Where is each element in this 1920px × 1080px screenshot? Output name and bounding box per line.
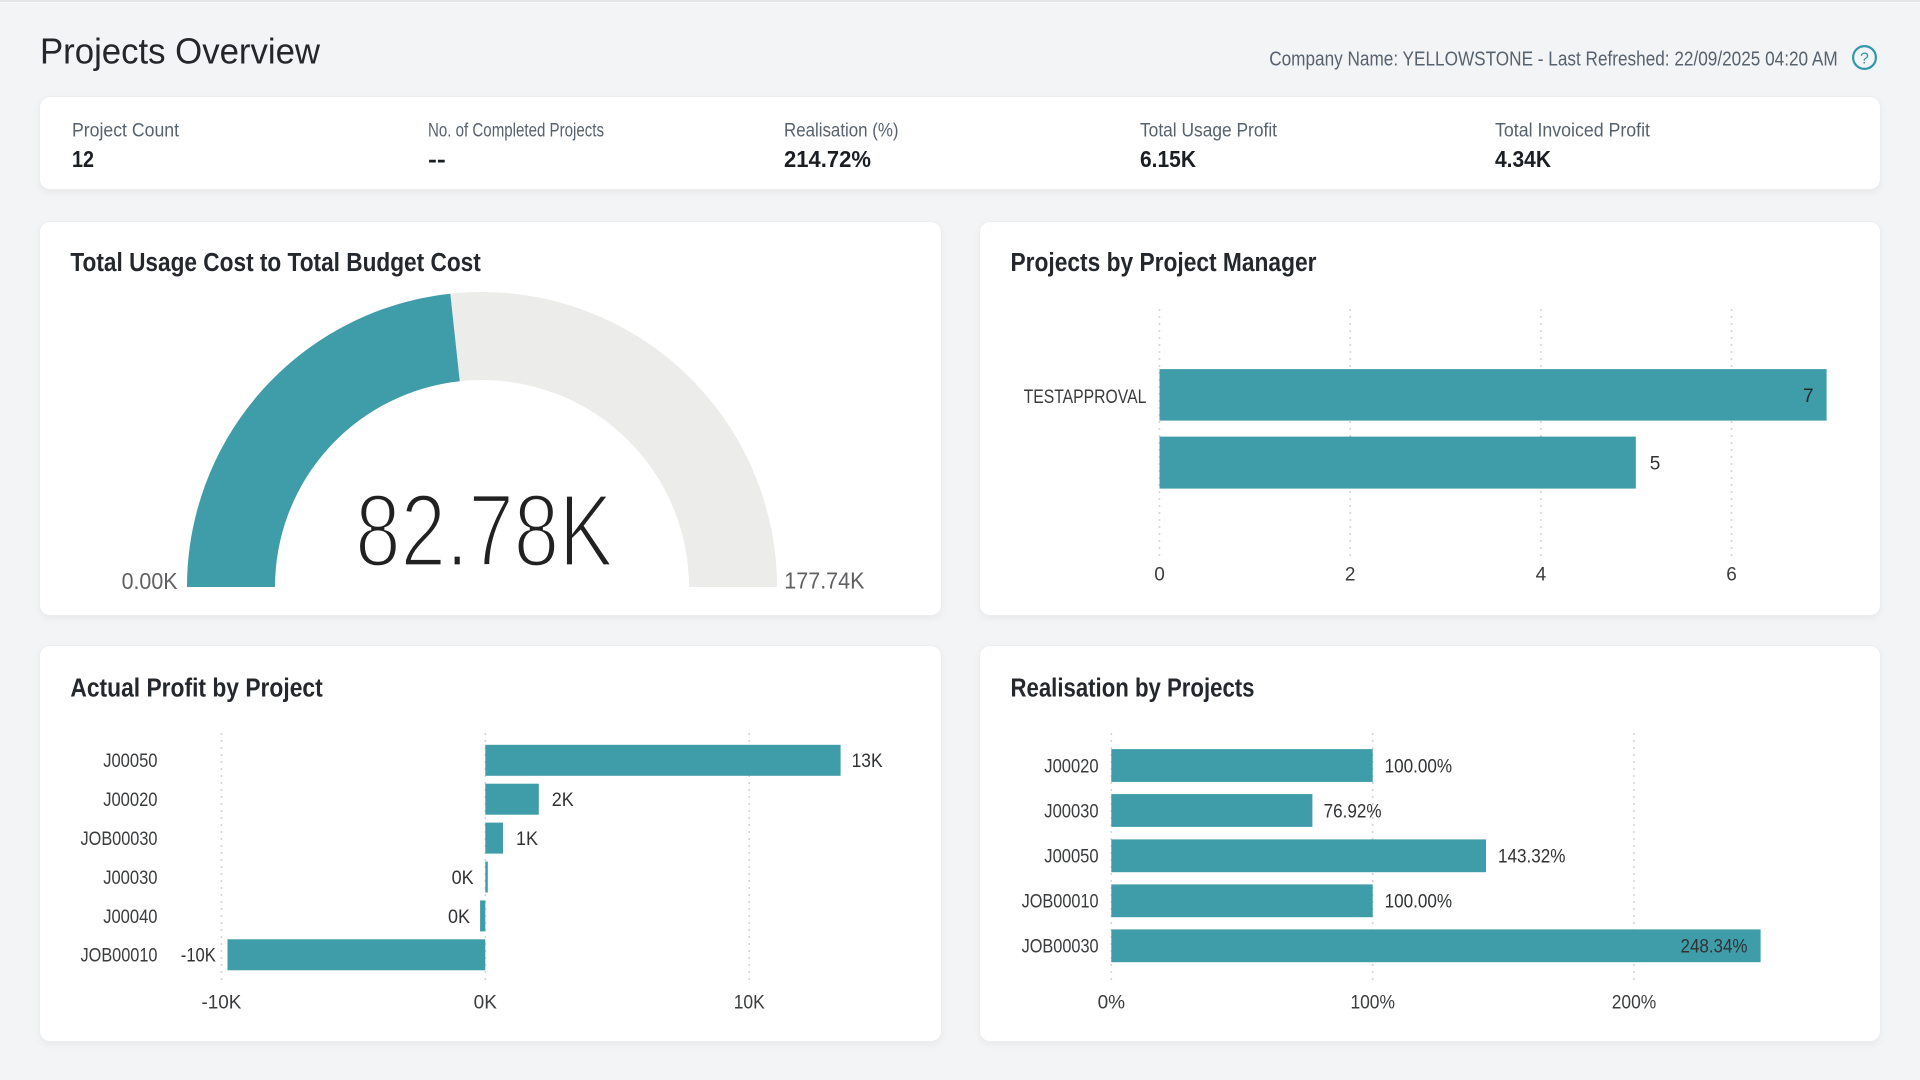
svg-text:No. of Completed Projects: No. of Completed Projects <box>428 120 604 141</box>
svg-text:248.34%: 248.34% <box>1681 937 1748 958</box>
svg-text:Projects by Project Manager: Projects by Project Manager <box>1011 249 1317 277</box>
svg-text:Realisation (%): Realisation (%) <box>784 120 899 141</box>
svg-text:JOB00010: JOB00010 <box>1022 892 1099 913</box>
svg-text:JOB00010: JOB00010 <box>81 946 158 967</box>
svg-text:Realisation by Projects: Realisation by Projects <box>1011 675 1255 703</box>
svg-text:JOB00030: JOB00030 <box>1022 937 1099 958</box>
svg-text:-10K: -10K <box>201 993 241 1014</box>
svg-text:200%: 200% <box>1612 993 1657 1014</box>
svg-text:7: 7 <box>1803 386 1814 407</box>
svg-text:0K: 0K <box>448 907 470 928</box>
svg-text:J00020: J00020 <box>1044 756 1098 777</box>
svg-text:0: 0 <box>1154 565 1165 586</box>
svg-text:0K: 0K <box>474 993 498 1014</box>
svg-text:0K: 0K <box>452 868 474 889</box>
svg-text:J00020: J00020 <box>103 790 157 811</box>
svg-text:10K: 10K <box>734 993 765 1014</box>
svg-text:Total Usage Profit: Total Usage Profit <box>1140 120 1278 141</box>
svg-text:TESTAPPROVAL: TESTAPPROVAL <box>1024 387 1147 408</box>
svg-text:100.00%: 100.00% <box>1385 756 1453 777</box>
svg-text:12: 12 <box>72 146 94 172</box>
svg-text:JOB00030: JOB00030 <box>81 829 158 850</box>
svg-text:100.00%: 100.00% <box>1385 892 1453 913</box>
svg-text:6: 6 <box>1726 565 1737 586</box>
svg-text:Total Usage Cost to Total Budg: Total Usage Cost to Total Budget Cost <box>70 249 481 277</box>
svg-text:82.78K: 82.78K <box>355 473 613 588</box>
svg-text:Projects Overview: Projects Overview <box>40 31 321 72</box>
svg-text:0.00K: 0.00K <box>122 568 179 594</box>
svg-text:--: -- <box>428 146 446 172</box>
svg-text:177.74K: 177.74K <box>784 567 865 593</box>
svg-text:4: 4 <box>1536 565 1547 586</box>
svg-text:4.34K: 4.34K <box>1495 146 1551 172</box>
svg-text:-10K: -10K <box>181 946 216 967</box>
svg-text:100%: 100% <box>1350 993 1395 1014</box>
svg-text:1K: 1K <box>516 829 538 850</box>
svg-text:Actual Profit by Project: Actual Profit by Project <box>70 675 323 703</box>
svg-text:2: 2 <box>1345 565 1356 586</box>
svg-text:J00030: J00030 <box>1044 801 1098 822</box>
svg-text:6.15K: 6.15K <box>1140 146 1196 172</box>
svg-text:J00050: J00050 <box>103 751 157 772</box>
svg-text:Company Name: YELLOWSTONE - La: Company Name: YELLOWSTONE - Last Refresh… <box>1269 49 1838 71</box>
svg-text:J00050: J00050 <box>1044 847 1098 868</box>
svg-text:Project Count: Project Count <box>72 120 180 141</box>
svg-text:5: 5 <box>1650 454 1661 475</box>
svg-text:0%: 0% <box>1098 993 1126 1014</box>
svg-text:143.32%: 143.32% <box>1498 847 1566 868</box>
svg-text:Total Invoiced Profit: Total Invoiced Profit <box>1495 120 1651 141</box>
svg-text:J00040: J00040 <box>103 907 157 928</box>
svg-text:76.92%: 76.92% <box>1324 801 1382 822</box>
svg-text:J00030: J00030 <box>103 868 157 889</box>
svg-text:2K: 2K <box>552 790 574 811</box>
svg-text:13K: 13K <box>852 751 883 772</box>
svg-text:214.72%: 214.72% <box>784 146 871 172</box>
svg-text:?: ? <box>1860 51 1869 68</box>
